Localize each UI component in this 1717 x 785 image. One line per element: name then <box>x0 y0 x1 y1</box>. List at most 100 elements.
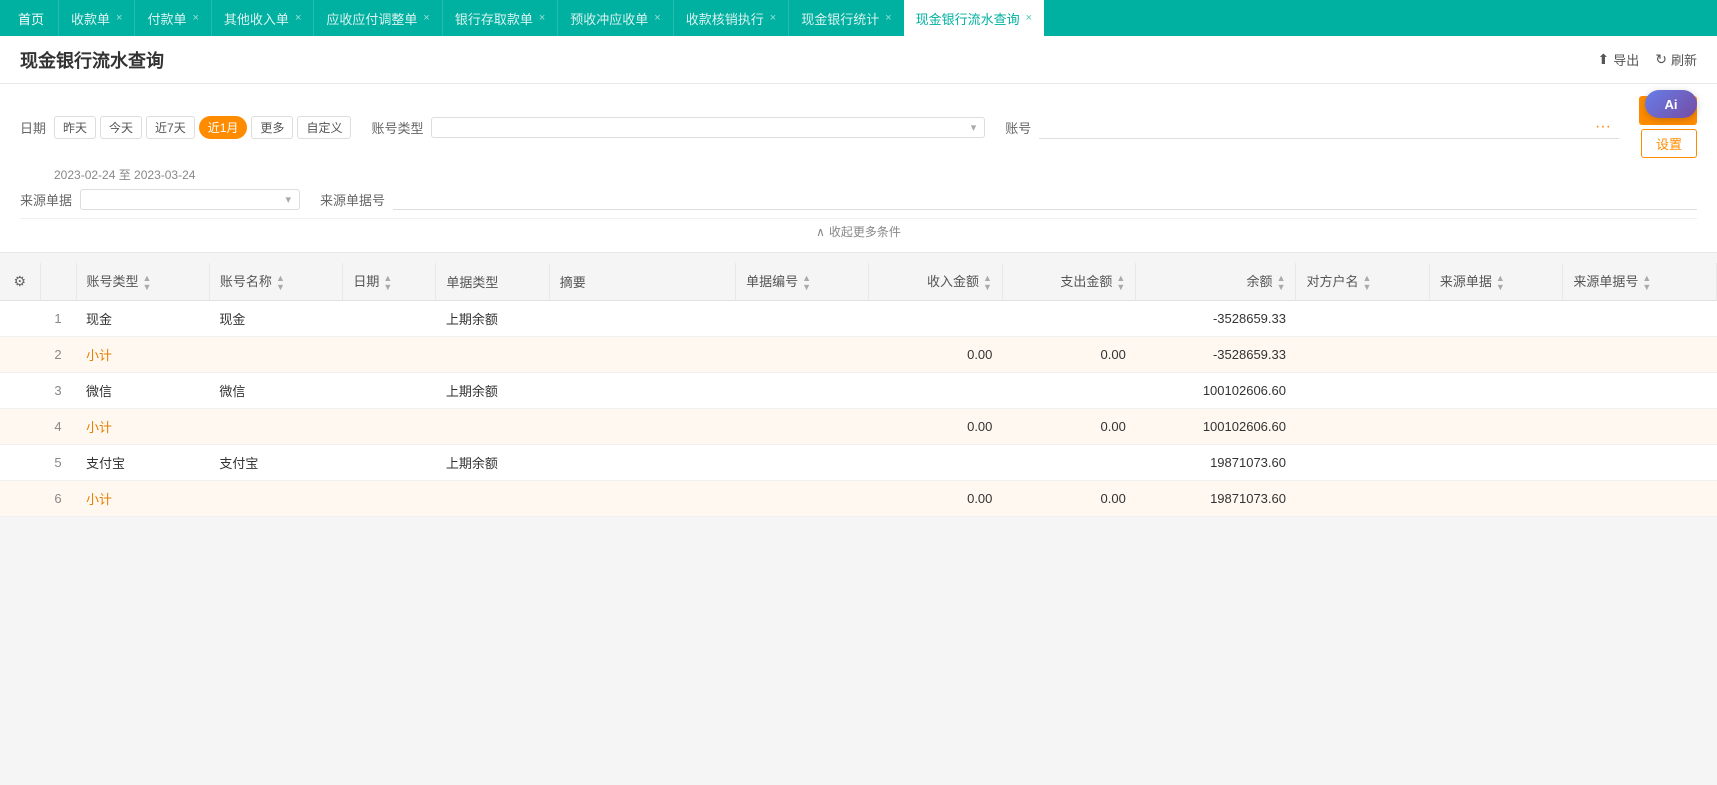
table-row[interactable]: 3微信微信上期余额100102606.60 <box>0 372 1717 408</box>
col-source-doc-no-header[interactable]: 来源单据号▲▼ <box>1563 263 1717 300</box>
tab-collection-exec-close[interactable]: × <box>770 12 776 24</box>
row-date <box>343 300 436 336</box>
tab-cash-bank-flow[interactable]: 现金银行流水查询 × <box>904 0 1044 36</box>
row-source-doc <box>1429 372 1562 408</box>
row-source-doc <box>1429 336 1562 372</box>
row-seq: 2 <box>40 336 76 372</box>
tab-other-income[interactable]: 其他收入单 × <box>211 0 313 36</box>
row-expense <box>1002 300 1135 336</box>
table-row[interactable]: 1现金现金上期余额-3528659.33 <box>0 300 1717 336</box>
date-btn-custom[interactable]: 自定义 <box>297 116 351 139</box>
table-row[interactable]: 5支付宝支付宝上期余额19871073.60 <box>0 444 1717 480</box>
row-seq: 5 <box>40 444 76 480</box>
ai-badge[interactable]: Ai <box>1645 90 1697 118</box>
col-balance-header[interactable]: 余额▲▼ <box>1136 263 1296 300</box>
tab-receipts-close[interactable]: × <box>116 12 122 24</box>
tab-other-income-close[interactable]: × <box>295 12 301 24</box>
tab-bank-deposit-close[interactable]: × <box>539 12 545 24</box>
export-button[interactable]: ⬆ 导出 <box>1598 50 1640 69</box>
col-doc-type-header: 单据类型 <box>436 263 549 300</box>
table-row[interactable]: 2小计0.000.00-3528659.33 <box>0 336 1717 372</box>
tab-payments-close[interactable]: × <box>192 12 198 24</box>
col-settings-header[interactable]: ⚙ <box>0 263 40 300</box>
header-actions: ⬆ 导出 ↻ 刷新 <box>1598 50 1698 69</box>
row-source-doc <box>1429 444 1562 480</box>
tab-cash-bank-flow-close[interactable]: × <box>1026 12 1032 24</box>
row-date <box>343 336 436 372</box>
col-counterparty-header[interactable]: 对方户名▲▼ <box>1296 263 1429 300</box>
row-expense: 0.00 <box>1002 336 1135 372</box>
table-body: 1现金现金上期余额-3528659.332小计0.000.00-3528659.… <box>0 300 1717 516</box>
settings-button[interactable]: 设置 <box>1641 129 1697 158</box>
row-checkbox-cell <box>0 408 40 444</box>
col-expense-header[interactable]: 支出金额▲▼ <box>1002 263 1135 300</box>
col-summary-header: 摘要 <box>549 263 735 300</box>
tab-receipts[interactable]: 收款单 × <box>58 0 134 36</box>
row-seq: 6 <box>40 480 76 516</box>
account-label: 账号 <box>1005 118 1031 137</box>
row-account-type: 小计 <box>76 336 209 372</box>
tab-collection-exec[interactable]: 收款核销执行 × <box>673 0 788 36</box>
table-row[interactable]: 4小计0.000.00100102606.60 <box>0 408 1717 444</box>
row-seq: 1 <box>40 300 76 336</box>
row-summary <box>549 444 735 480</box>
row-date <box>343 444 436 480</box>
row-summary <box>549 300 735 336</box>
source-doc-select[interactable]: ▾ <box>80 189 300 210</box>
tab-prepay-offset-close[interactable]: × <box>654 12 660 24</box>
row-source-doc-no <box>1563 300 1717 336</box>
source-doc-no-input[interactable] <box>397 192 1693 207</box>
top-navigation: 首页 收款单 × 付款单 × 其他收入单 × 应收应付调整单 × 银行存取款单 … <box>0 0 1717 36</box>
row-expense <box>1002 444 1135 480</box>
row-doc-no <box>736 408 869 444</box>
col-doc-no-sort: ▲▼ <box>802 274 811 292</box>
row-income: 0.00 <box>869 408 1002 444</box>
row-checkbox-cell <box>0 444 40 480</box>
collapse-button[interactable]: ∧ 收起更多条件 <box>20 218 1697 244</box>
row-doc-type <box>436 336 549 372</box>
row-summary <box>549 372 735 408</box>
col-income-header[interactable]: 收入金额▲▼ <box>869 263 1002 300</box>
account-filter-group: 账号 ··· <box>1005 116 1619 139</box>
col-account-type-header[interactable]: 账号类型▲▼ <box>76 263 209 300</box>
row-balance: -3528659.33 <box>1136 336 1296 372</box>
row-account-type: 小计 <box>76 408 209 444</box>
col-source-doc-header[interactable]: 来源单据▲▼ <box>1429 263 1562 300</box>
row-checkbox-cell <box>0 300 40 336</box>
col-account-name-header[interactable]: 账号名称▲▼ <box>209 263 342 300</box>
tab-bank-deposit[interactable]: 银行存取款单 × <box>442 0 557 36</box>
tab-ar-adjustment[interactable]: 应收应付调整单 × <box>313 0 441 36</box>
row-income <box>869 300 1002 336</box>
tab-payments[interactable]: 付款单 × <box>134 0 210 36</box>
tab-cash-bank-stat-close[interactable]: × <box>885 12 891 24</box>
data-table: ⚙ 账号类型▲▼ 账号名称▲▼ 日期▲▼ 单据类型 摘要 单据编号▲▼ <box>0 263 1717 517</box>
row-account-type: 现金 <box>76 300 209 336</box>
date-btn-today[interactable]: 今天 <box>100 116 142 139</box>
row-source-doc <box>1429 480 1562 516</box>
tab-ar-adjustment-close[interactable]: × <box>423 12 429 24</box>
row-doc-type: 上期余额 <box>436 300 549 336</box>
date-range-text: 2023-02-24 至 2023-03-24 <box>54 168 195 182</box>
col-date-header[interactable]: 日期▲▼ <box>343 263 436 300</box>
row-doc-type: 上期余额 <box>436 444 549 480</box>
row-income <box>869 372 1002 408</box>
account-dots-button[interactable]: ··· <box>1591 118 1615 136</box>
date-btn-yesterday[interactable]: 昨天 <box>54 116 96 139</box>
tab-prepay-offset[interactable]: 预收冲应收单 × <box>557 0 672 36</box>
date-btn-more[interactable]: 更多 <box>251 116 293 139</box>
tab-cash-bank-stat[interactable]: 现金银行统计 × <box>788 0 903 36</box>
source-doc-label: 来源单据 <box>20 190 72 209</box>
account-type-dropdown-arrow: ▾ <box>971 121 977 134</box>
nav-home[interactable]: 首页 <box>4 0 58 36</box>
col-doc-no-header[interactable]: 单据编号▲▼ <box>736 263 869 300</box>
account-input[interactable] <box>1043 119 1591 134</box>
table-row[interactable]: 6小计0.000.0019871073.60 <box>0 480 1717 516</box>
row-doc-type <box>436 408 549 444</box>
date-btn-1month[interactable]: 近1月 <box>199 116 248 139</box>
date-btn-7days[interactable]: 近7天 <box>146 116 195 139</box>
row-balance: 19871073.60 <box>1136 480 1296 516</box>
refresh-button[interactable]: ↻ 刷新 <box>1655 50 1697 69</box>
account-type-select[interactable]: ▾ <box>431 117 985 138</box>
row-counterparty <box>1296 480 1429 516</box>
table-header-row: ⚙ 账号类型▲▼ 账号名称▲▼ 日期▲▼ 单据类型 摘要 单据编号▲▼ <box>0 263 1717 300</box>
